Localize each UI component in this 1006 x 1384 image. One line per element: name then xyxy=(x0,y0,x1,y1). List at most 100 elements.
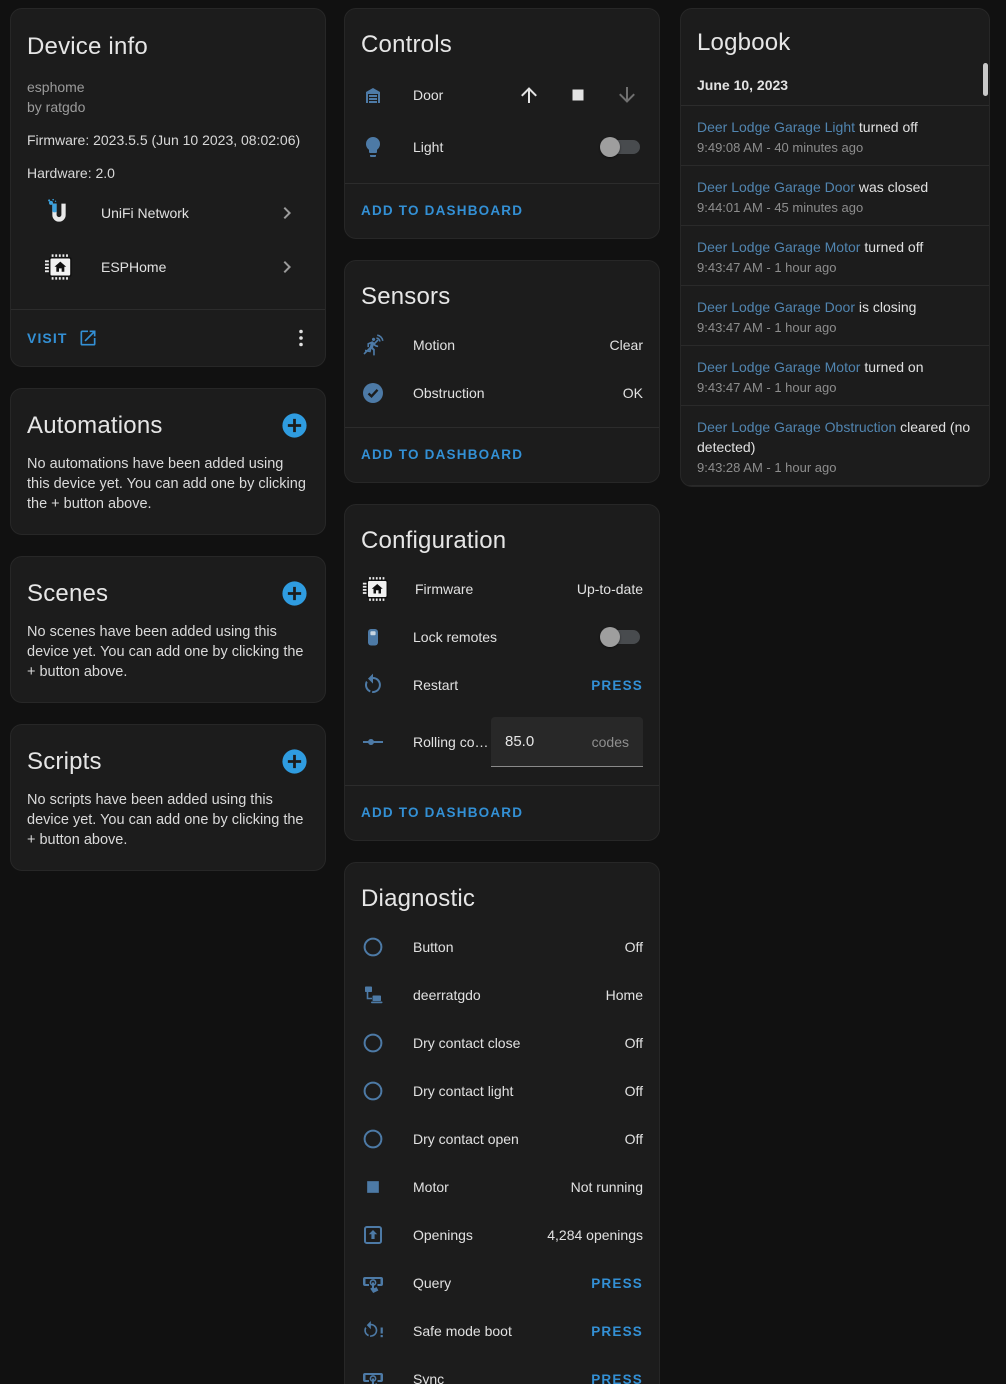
visit-button[interactable]: VISIT xyxy=(27,328,98,348)
logbook-entity-link[interactable]: Deer Lodge Garage Light xyxy=(697,119,855,135)
device-app-name: esphome xyxy=(27,79,85,95)
diagnostic-card: Diagnostic Button Off deerratgdo Home Dr… xyxy=(344,862,660,1384)
automations-empty-text: No automations have been added using thi… xyxy=(27,456,306,512)
check-circle-icon xyxy=(361,381,385,405)
garage-door-icon xyxy=(361,83,385,107)
row-label: deerratgdo xyxy=(413,987,481,1003)
firmware-row[interactable]: Firmware Up-to-date xyxy=(345,565,659,613)
logbook-entity-link[interactable]: Deer Lodge Garage Motor xyxy=(697,239,860,255)
logbook-entity-link[interactable]: Deer Lodge Garage Door xyxy=(697,299,855,315)
lightbulb-icon xyxy=(361,135,385,159)
row-state: Off xyxy=(624,1083,643,1099)
device-firmware-line: Firmware: 2023.5.5 (Jun 10 2023, 08:02:0… xyxy=(27,132,301,148)
left-column: Device info esphome by ratgdo Firmware: … xyxy=(10,8,326,1384)
sync-row: Sync PRESS xyxy=(345,1355,659,1384)
scenes-card: Scenes No scenes have been added using t… xyxy=(10,556,326,703)
logbook-entity-link[interactable]: Deer Lodge Garage Obstruction xyxy=(697,419,896,435)
device-hardware-line: Hardware: 2.0 xyxy=(27,165,115,181)
safe-mode-boot-row: Safe mode boot PRESS xyxy=(345,1307,659,1355)
firmware-label: Firmware xyxy=(415,581,474,597)
motion-label: Motion xyxy=(413,337,456,353)
circle-outline-icon xyxy=(361,1031,385,1055)
restart-alert-icon xyxy=(361,1319,385,1343)
row-state: Off xyxy=(624,1131,643,1147)
integration-row-esphome[interactable]: ESPHome xyxy=(27,243,309,291)
row-label: Sync xyxy=(413,1371,445,1384)
restart-label: Restart xyxy=(413,677,459,693)
circle-outline-icon xyxy=(361,935,385,959)
add-to-dashboard-button[interactable]: ADD TO DASHBOARD xyxy=(361,447,523,462)
query-press-button[interactable]: PRESS xyxy=(591,1276,643,1291)
controls-card: Controls Door Light ADD TO DASHBOARD xyxy=(344,8,660,239)
lock-remotes-toggle[interactable] xyxy=(600,626,641,648)
obstruction-label: Obstruction xyxy=(413,385,485,401)
logbook-entry[interactable]: Deer Lodge Garage Light turned off 9:49:… xyxy=(681,106,989,166)
logbook-entry[interactable]: Deer Lodge Garage Motor turned off 9:43:… xyxy=(681,226,989,286)
door-stop-button[interactable] xyxy=(567,84,589,106)
add-script-button[interactable] xyxy=(280,747,309,776)
overflow-menu-icon[interactable] xyxy=(289,326,313,350)
door-close-button[interactable] xyxy=(615,83,639,107)
integration-row-unifi[interactable]: UniFi Network xyxy=(27,189,309,237)
restart-row: Restart PRESS xyxy=(345,661,659,709)
row-state: Home xyxy=(605,987,643,1003)
motor-row[interactable]: Motor Not running xyxy=(345,1163,659,1211)
circle-outline-icon xyxy=(361,1127,385,1151)
light-row: Light xyxy=(345,121,659,173)
square-icon xyxy=(363,1177,383,1197)
scripts-title: Scripts xyxy=(27,747,102,775)
unifi-icon xyxy=(43,197,75,229)
logbook-entry[interactable]: Deer Lodge Garage Door is closing 9:43:4… xyxy=(681,286,989,346)
row-state: 4,284 openings xyxy=(547,1227,643,1243)
diagnostic-title: Diagnostic xyxy=(361,885,476,912)
right-column: Logbook June 10, 2023 Deer Lodge Garage … xyxy=(680,8,990,1384)
add-to-dashboard-button[interactable]: ADD TO DASHBOARD xyxy=(361,203,523,218)
logbook-entry[interactable]: Deer Lodge Garage Motor turned on 9:43:4… xyxy=(681,346,989,406)
logbook-message: turned off xyxy=(858,119,918,135)
add-automation-button[interactable] xyxy=(280,411,309,440)
obstruction-row[interactable]: Obstruction OK xyxy=(345,369,659,417)
lan-icon xyxy=(361,983,385,1007)
row-state: Off xyxy=(624,939,643,955)
logbook-entity-link[interactable]: Deer Lodge Garage Motor xyxy=(697,359,860,375)
logbook-entry[interactable]: Deer Lodge Garage Door was closed 9:44:0… xyxy=(681,166,989,226)
sync-press-button[interactable]: PRESS xyxy=(591,1372,643,1384)
dry-contact-light-row[interactable]: Dry contact light Off xyxy=(345,1067,659,1115)
logbook-entry[interactable]: Deer Lodge Garage Obstruction cleared (n… xyxy=(681,406,989,486)
row-label: Dry contact light xyxy=(413,1083,514,1099)
sensors-card: Sensors Motion Clear Obstruction OK ADD … xyxy=(344,260,660,483)
integration-label: UniFi Network xyxy=(101,205,189,221)
configuration-title: Configuration xyxy=(361,527,507,554)
scripts-card: Scripts No scripts have been added using… xyxy=(10,724,326,871)
row-label: Motor xyxy=(413,1179,449,1195)
logbook-time: 9:49:08 AM - 40 minutes ago xyxy=(697,140,864,155)
logbook-message: turned off xyxy=(864,239,924,255)
lock-remotes-label: Lock remotes xyxy=(413,629,498,645)
row-state: Not running xyxy=(570,1179,643,1195)
row-label: Openings xyxy=(413,1227,473,1243)
add-scene-button[interactable] xyxy=(280,579,309,608)
dry-contact-open-row[interactable]: Dry contact open Off xyxy=(345,1115,659,1163)
row-label: Safe mode boot xyxy=(413,1323,512,1339)
logbook-entity-link[interactable]: Deer Lodge Garage Door xyxy=(697,179,855,195)
door-open-button[interactable] xyxy=(517,83,541,107)
logbook-scrollbar-thumb[interactable] xyxy=(983,63,988,96)
logbook-date-header: June 10, 2023 xyxy=(681,63,989,106)
firmware-state: Up-to-date xyxy=(576,581,643,597)
rolling-code-input[interactable] xyxy=(505,733,592,750)
dry-contact-close-row[interactable]: Dry contact close Off xyxy=(345,1019,659,1067)
motion-row[interactable]: Motion Clear xyxy=(345,321,659,369)
controls-title: Controls xyxy=(361,31,452,58)
middle-column: Controls Door Light ADD TO DASHBOARD Sen… xyxy=(344,8,660,1384)
add-to-dashboard-button[interactable]: ADD TO DASHBOARD xyxy=(361,805,523,820)
logbook-message: turned on xyxy=(864,359,924,375)
openings-row[interactable]: Openings 4,284 openings xyxy=(345,1211,659,1259)
restart-press-button[interactable]: PRESS xyxy=(591,678,643,693)
device-page: Device info esphome by ratgdo Firmware: … xyxy=(0,0,1006,1384)
logbook-time: 9:43:28 AM - 1 hour ago xyxy=(697,460,837,475)
deerratgdo-row[interactable]: deerratgdo Home xyxy=(345,971,659,1019)
safe-mode-press-button[interactable]: PRESS xyxy=(591,1324,643,1339)
esphome-icon xyxy=(43,251,75,283)
button-row[interactable]: Button Off xyxy=(345,923,659,971)
light-toggle[interactable] xyxy=(600,136,641,158)
